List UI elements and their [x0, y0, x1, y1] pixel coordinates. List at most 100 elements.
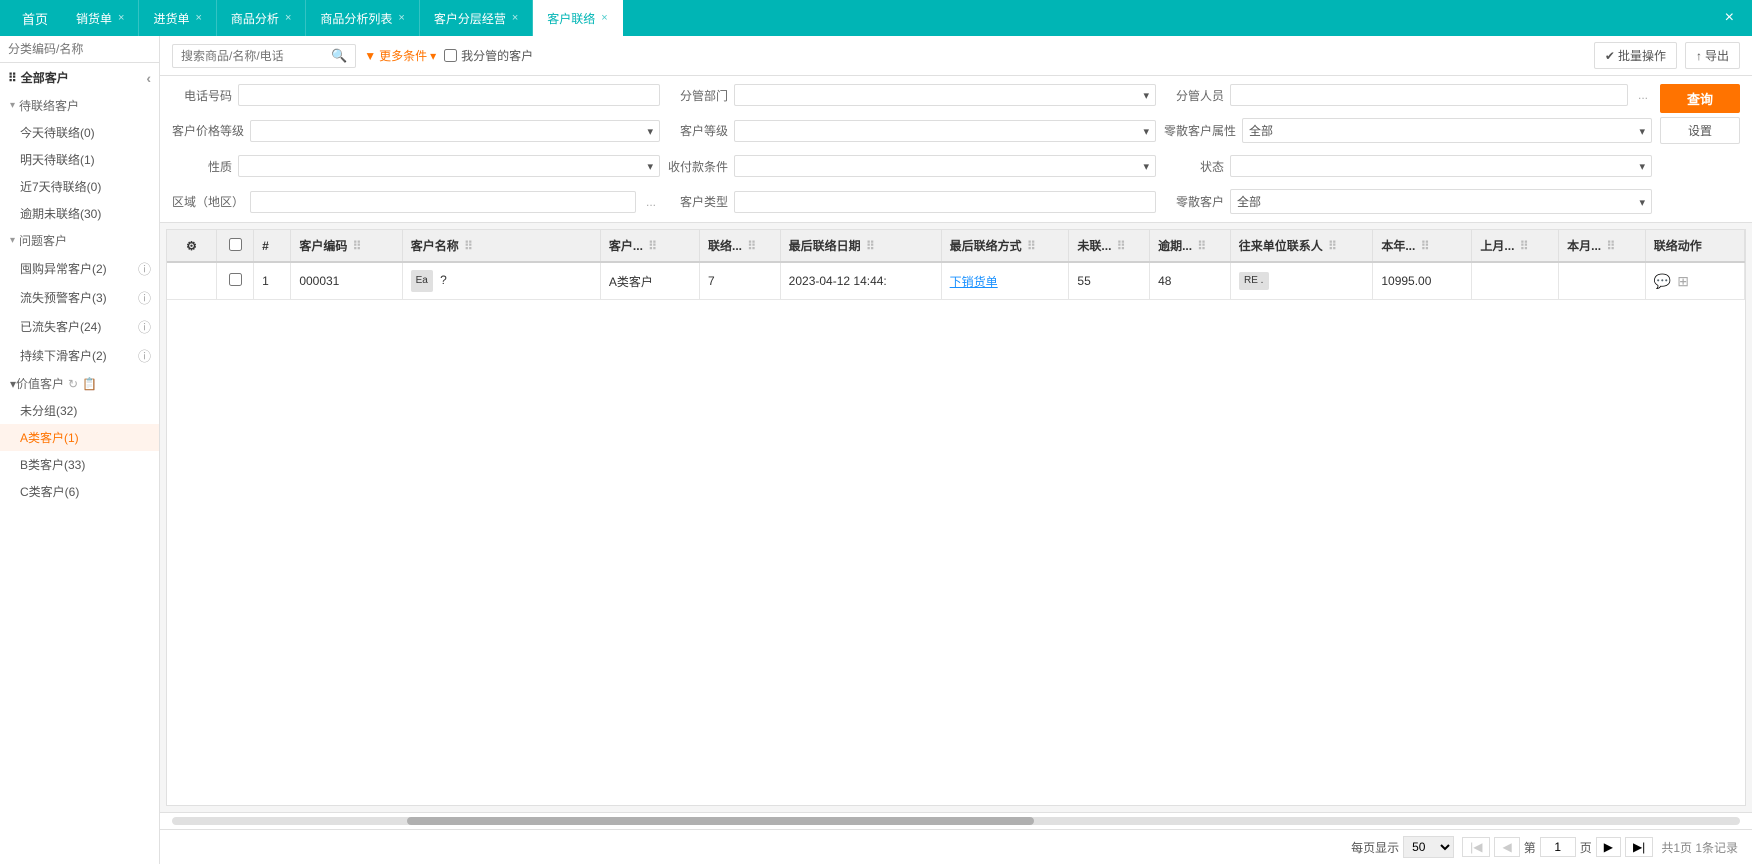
- sidebar-item-hoarding[interactable]: 囤购异常客户(2) ⓘ: [0, 254, 159, 283]
- sidebar-item-tomorrow[interactable]: 明天待联络(1): [0, 146, 159, 173]
- customer-level-select[interactable]: [734, 120, 1156, 142]
- status-select[interactable]: [1230, 155, 1652, 177]
- close-customer-contact-icon[interactable]: ×: [601, 12, 607, 24]
- resize-last-method[interactable]: ⠿: [1027, 239, 1036, 253]
- retail-customer-select[interactable]: 全部: [1230, 189, 1652, 214]
- close-goods-analysis-list-icon[interactable]: ×: [398, 12, 404, 24]
- refresh-icon[interactable]: ↻: [68, 377, 78, 391]
- settings-button[interactable]: 设置: [1660, 117, 1740, 144]
- close-sales-icon[interactable]: ×: [118, 12, 124, 24]
- resize-code[interactable]: ⠿: [353, 239, 362, 253]
- sidebar-search-input[interactable]: [8, 42, 160, 56]
- filter-price-level: 客户价格等级: [172, 120, 660, 142]
- last-page-button[interactable]: ▶|: [1625, 837, 1653, 857]
- filter-bar: 🔍 ▼ 更多条件 ▾ 我分管的客户 ✔ 批量操作 ↑ 导出: [160, 36, 1752, 76]
- page-size-wrap: 每页显示 50 100: [1351, 836, 1454, 858]
- region-dots-icon[interactable]: ...: [642, 195, 660, 209]
- dept-label: 分管部门: [668, 87, 728, 104]
- status-label: 状态: [1164, 158, 1224, 175]
- sidebar-collapse-icon[interactable]: ‹: [146, 70, 151, 86]
- sidebar-group-pending-contact[interactable]: ▾ 待联络客户: [0, 92, 159, 119]
- resize-contact-count[interactable]: ⠿: [747, 239, 756, 253]
- more-filters-button[interactable]: ▼ 更多条件 ▾: [364, 47, 436, 64]
- first-page-button[interactable]: |◀: [1462, 837, 1490, 857]
- export-button[interactable]: ↑ 导出: [1685, 42, 1740, 69]
- chat-icon[interactable]: 💬: [1654, 273, 1671, 290]
- nature-select[interactable]: [238, 155, 660, 177]
- page-input[interactable]: [1540, 837, 1576, 857]
- sidebar-item-7days[interactable]: 近7天待联络(0): [0, 173, 159, 200]
- content-area: 🔍 ▼ 更多条件 ▾ 我分管的客户 ✔ 批量操作 ↑ 导出: [160, 36, 1752, 864]
- retail-attr-select[interactable]: 全部: [1242, 118, 1652, 143]
- scroll-thumb[interactable]: [407, 817, 1034, 825]
- sidebar-item-b-class[interactable]: B类客户(33): [0, 451, 159, 478]
- price-level-chevron-icon: [647, 124, 653, 138]
- search-icon[interactable]: 🔍: [331, 48, 347, 64]
- customer-type-input[interactable]: [734, 191, 1156, 213]
- nav-goods-analysis[interactable]: 商品分析 ×: [217, 0, 306, 36]
- nav-customer-contact[interactable]: 客户联络 ×: [533, 0, 622, 36]
- query-button[interactable]: 查询: [1660, 84, 1740, 113]
- payment-select[interactable]: [734, 155, 1156, 177]
- contact-person-avatar: RE .: [1239, 272, 1269, 290]
- close-goods-analysis-icon[interactable]: ×: [285, 12, 291, 24]
- resize-last-month[interactable]: ⠿: [1520, 239, 1529, 253]
- col-gear[interactable]: ⚙: [167, 230, 217, 262]
- batch-button[interactable]: ✔ 批量操作: [1594, 42, 1677, 69]
- filter-dept: 分管部门: [668, 84, 1156, 106]
- nav-customer-tier[interactable]: 客户分层经营 ×: [420, 0, 533, 36]
- grid-icon: ⠿: [8, 71, 17, 85]
- search-input[interactable]: [181, 49, 331, 63]
- resize-last-date[interactable]: ⠿: [866, 239, 875, 253]
- resize-unreached[interactable]: ⠿: [1117, 239, 1126, 253]
- nav-sales[interactable]: 销货单 ×: [62, 0, 139, 36]
- resize-this-month[interactable]: ⠿: [1606, 239, 1615, 253]
- dept-select[interactable]: [734, 84, 1156, 106]
- info-icon-churned: ⓘ: [138, 317, 151, 336]
- close-all-button[interactable]: ×: [1715, 9, 1744, 27]
- customer-level-label: 客户等级: [668, 122, 728, 139]
- resize-this-year[interactable]: ⠿: [1421, 239, 1430, 253]
- close-purchase-icon[interactable]: ×: [195, 12, 201, 24]
- edit-groups-icon[interactable]: 📋: [82, 377, 97, 391]
- col-index: #: [254, 230, 291, 262]
- nav-goods-analysis-list[interactable]: 商品分析列表 ×: [306, 0, 419, 36]
- per-page-select[interactable]: 50 100: [1403, 836, 1454, 858]
- next-page-button[interactable]: ▶: [1596, 837, 1621, 857]
- sidebar-item-c-class[interactable]: C类客户(6): [0, 478, 159, 505]
- sidebar-group-value-customers[interactable]: ▾ 价值客户 ↻ 📋: [0, 370, 159, 397]
- sidebar-item-churned[interactable]: 已流失客户(24) ⓘ: [0, 312, 159, 341]
- resize-name[interactable]: ⠿: [464, 239, 473, 253]
- resize-type[interactable]: ⠿: [648, 239, 657, 253]
- region-input[interactable]: [250, 191, 636, 213]
- col-contact-person: 往来单位联系人 ⠿: [1230, 230, 1373, 262]
- all-customers-header[interactable]: ⠿ 全部客户 ‹: [0, 63, 159, 92]
- horizontal-scrollbar[interactable]: [160, 812, 1752, 829]
- person-dots-icon[interactable]: ...: [1634, 88, 1652, 102]
- resize-overdue[interactable]: ⠿: [1197, 239, 1206, 253]
- row-checkbox[interactable]: [229, 273, 242, 286]
- qr-icon[interactable]: ⊞: [1677, 273, 1689, 290]
- retail-attr-chevron-icon: [1639, 124, 1645, 138]
- sidebar-item-churn-warning[interactable]: 流失预警客户(3) ⓘ: [0, 283, 159, 312]
- mine-checkbox-wrap[interactable]: 我分管的客户: [444, 47, 533, 64]
- prev-page-button[interactable]: ◀: [1494, 837, 1519, 857]
- sidebar-item-a-class[interactable]: A类客户(1): [0, 424, 159, 451]
- nav-home[interactable]: 首页: [8, 0, 62, 36]
- last-method-link[interactable]: 下销货单: [950, 275, 998, 289]
- mine-checkbox[interactable]: [444, 49, 457, 62]
- nav-purchase[interactable]: 进货单 ×: [139, 0, 216, 36]
- sidebar-item-overdue-contact[interactable]: 逾期未联络(30): [0, 200, 159, 227]
- sidebar-item-unclassified[interactable]: 未分组(32): [0, 397, 159, 424]
- sidebar-item-declining[interactable]: 持续下滑客户(2) ⓘ: [0, 341, 159, 370]
- price-level-select[interactable]: [250, 120, 660, 142]
- sidebar-item-today[interactable]: 今天待联络(0): [0, 119, 159, 146]
- resize-contact-person[interactable]: ⠿: [1328, 239, 1337, 253]
- sidebar-group-problem-customers[interactable]: ▾ 问题客户: [0, 227, 159, 254]
- person-input[interactable]: [1230, 84, 1628, 106]
- select-all-checkbox[interactable]: [229, 238, 242, 251]
- export-icon: ↑: [1696, 49, 1702, 63]
- dept-chevron-icon: [1143, 88, 1149, 102]
- phone-input[interactable]: [238, 84, 660, 106]
- close-customer-tier-icon[interactable]: ×: [512, 12, 518, 24]
